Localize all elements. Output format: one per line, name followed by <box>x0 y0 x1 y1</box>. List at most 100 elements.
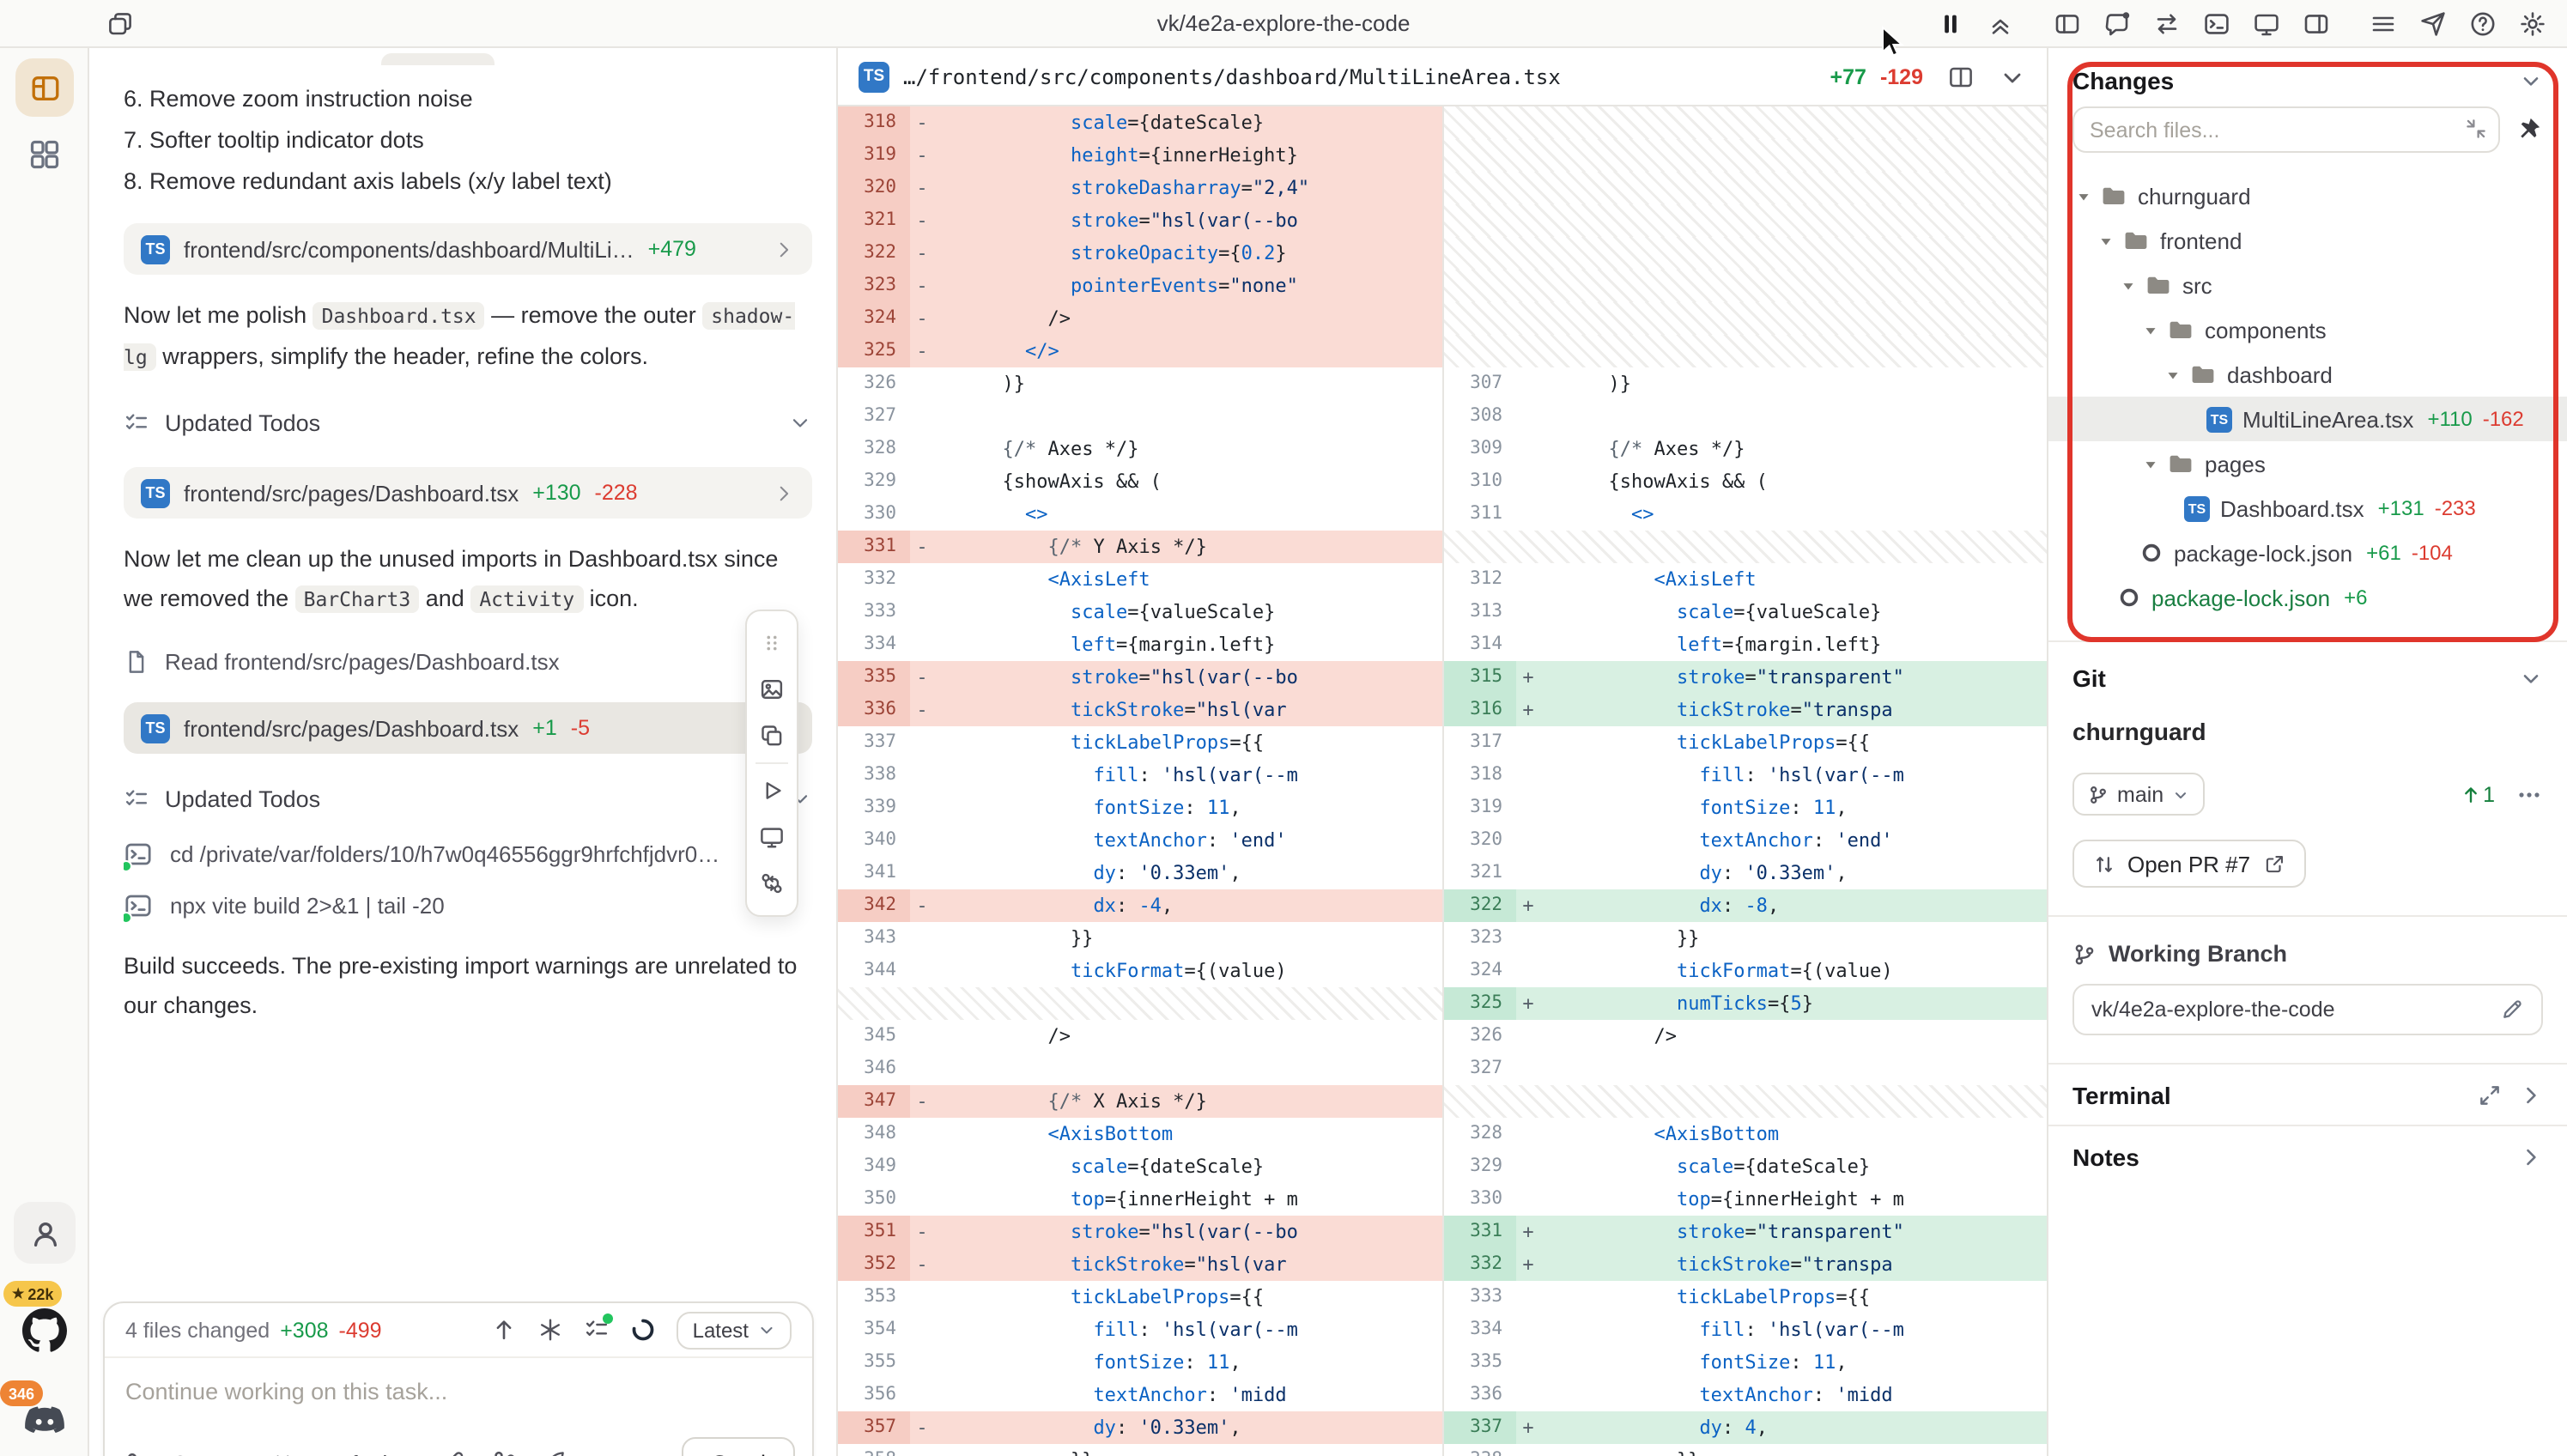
chevron-right-icon <box>773 238 795 260</box>
git-branch-icon <box>2072 942 2097 966</box>
collapse-all-icon[interactable] <box>1987 9 2014 37</box>
pause-icon[interactable] <box>1937 9 1964 37</box>
compact-icon[interactable] <box>538 1317 564 1343</box>
tree-folder-row[interactable]: pages <box>2048 441 2567 486</box>
working-branch-field[interactable]: vk/4e2a-explore-the-code <box>2072 984 2543 1035</box>
tree-folder-row[interactable]: frontend <box>2048 218 2567 263</box>
list-item: 8. Remove redundant axis labels (x/y lab… <box>124 161 812 203</box>
display-icon[interactable] <box>2253 9 2280 37</box>
fast-forward-icon[interactable] <box>273 1449 300 1456</box>
rail-item-grid[interactable] <box>27 137 62 172</box>
pen-icon[interactable] <box>542 1449 569 1456</box>
line-number: 333 <box>838 596 910 628</box>
code-text: fontSize: 11, <box>934 1346 1442 1379</box>
diff-file-header[interactable]: TS …/frontend/src/components/dashboard/M… <box>838 48 2047 106</box>
drag-handle-icon[interactable] <box>759 630 785 656</box>
edit-pencil-icon[interactable] <box>2500 998 2524 1022</box>
tree-folder-row[interactable]: src <box>2048 263 2567 307</box>
collapse-tree-icon[interactable] <box>2464 117 2488 141</box>
git-compare-icon[interactable] <box>759 871 785 896</box>
share-icon[interactable] <box>2419 9 2447 37</box>
line-number: 316 <box>1444 694 1516 726</box>
tabs-icon[interactable] <box>106 9 134 37</box>
tree-file-row[interactable]: TSMultiLineArea.tsx+110-162 <box>2048 397 2567 441</box>
pin-icon[interactable] <box>2514 115 2543 144</box>
collapse-file-icon[interactable] <box>1999 63 2026 90</box>
git-branch-icon[interactable] <box>492 1449 519 1456</box>
diff-line: 307 )} <box>1444 367 2047 400</box>
diff-marker <box>1516 1150 1540 1183</box>
menu-icon[interactable] <box>2370 9 2397 37</box>
terminal-command-row[interactable]: npx vite build 2>&1 | tail -20 <box>124 884 812 925</box>
monitor-icon[interactable] <box>759 824 785 850</box>
diff-line: 326 /> <box>1444 1020 2047 1053</box>
tree-file-row[interactable]: TSDashboard.tsx+131-233 <box>2048 486 2567 531</box>
send-button[interactable]: Send <box>683 1437 795 1456</box>
branch-selector[interactable]: main <box>2072 773 2205 816</box>
rail-item-workspace[interactable] <box>15 58 74 117</box>
tree-file-row[interactable]: package-lock.json+61-104 <box>2048 531 2567 575</box>
mode-dropdown[interactable]: Default <box>323 1450 419 1456</box>
more-icon[interactable] <box>2515 780 2543 808</box>
line-number: 354 <box>838 1313 910 1346</box>
changes-section-header[interactable]: Changes <box>2048 48 2567 100</box>
settings-gear-icon[interactable] <box>2519 9 2546 37</box>
todos-icon[interactable] <box>585 1317 610 1343</box>
code-text: }} <box>1540 1444 2047 1456</box>
chevron-right-icon <box>773 482 795 504</box>
play-icon[interactable] <box>759 778 785 804</box>
terminal-icon[interactable] <box>2203 9 2230 37</box>
open-pr-button[interactable]: Open PR #7 <box>2072 840 2305 888</box>
panel-right-icon[interactable] <box>2303 9 2330 37</box>
ts-file-icon: TS <box>141 713 170 743</box>
diff-marker <box>910 759 934 792</box>
caret-down-icon <box>2072 185 2095 207</box>
line-number <box>1444 531 1516 563</box>
diff-line <box>838 987 1442 1020</box>
tree-folder-row[interactable]: churnguard <box>2048 173 2567 218</box>
sliders-icon[interactable] <box>122 1449 149 1456</box>
file-chip[interactable]: TSfrontend/src/components/dashboard/Mult… <box>124 223 812 275</box>
code-text: dy: '0.33em', <box>934 857 1442 889</box>
composer-toolbar: Opus Default Send <box>105 1423 812 1456</box>
line-number: 325 <box>1444 987 1516 1020</box>
copy-icon[interactable] <box>759 723 785 749</box>
tree-folder-row[interactable]: dashboard <box>2048 352 2567 397</box>
notes-section-header[interactable]: Notes <box>2048 1125 2567 1186</box>
code-text <box>1540 1085 2047 1118</box>
chat-input[interactable] <box>105 1358 812 1423</box>
tree-file-row[interactable]: package-lock.json+6 <box>2048 575 2567 620</box>
diff-view-icon[interactable] <box>1947 63 1975 90</box>
search-files-input[interactable] <box>2072 106 2500 153</box>
code-text: }} <box>934 1444 1442 1456</box>
rail-item-github[interactable] <box>22 1308 67 1353</box>
rail-item-account[interactable] <box>14 1202 76 1264</box>
expand-icon[interactable] <box>2478 1083 2502 1107</box>
diff-marker <box>1516 1444 1540 1456</box>
tree-folder-row[interactable]: components <box>2048 307 2567 352</box>
terminal-section-header[interactable]: Terminal <box>2048 1063 2567 1125</box>
swap-icon[interactable] <box>2153 9 2181 37</box>
diff-line: 313 scale={valueScale} <box>1444 596 2047 628</box>
attach-icon[interactable] <box>442 1449 470 1456</box>
latest-dropdown[interactable]: Latest <box>677 1311 792 1349</box>
code-text <box>1540 270 2047 302</box>
panel-left-icon[interactable] <box>2054 9 2081 37</box>
git-section-header[interactable]: Git <box>2048 652 2567 704</box>
caret-down-icon <box>2095 229 2117 252</box>
help-icon[interactable] <box>2469 9 2497 37</box>
model-dropdown[interactable]: Opus <box>172 1450 251 1456</box>
file-chip[interactable]: TSfrontend/src/pages/Dashboard.tsx+130-2… <box>124 467 812 519</box>
inline-code: BarChart3 <box>295 585 420 613</box>
updated-todos-row[interactable]: Updated Todos <box>124 398 812 446</box>
updated-todos-row[interactable]: Updated Todos <box>124 774 812 822</box>
terminal-command-row[interactable]: cd /private/var/folders/10/h7w0q46556ggr… <box>124 833 812 874</box>
screenshot-icon[interactable] <box>759 676 785 702</box>
code-text <box>1540 172 2047 204</box>
upload-icon[interactable] <box>492 1317 518 1343</box>
file-chip[interactable]: TSfrontend/src/pages/Dashboard.tsx+1-5 <box>124 702 812 754</box>
diff-line: 346 <box>838 1053 1442 1085</box>
diff-line: 330 <> <box>838 498 1442 531</box>
read-file-row[interactable]: Read frontend/src/pages/Dashboard.tsx <box>124 640 812 682</box>
chat-icon[interactable] <box>2103 9 2131 37</box>
